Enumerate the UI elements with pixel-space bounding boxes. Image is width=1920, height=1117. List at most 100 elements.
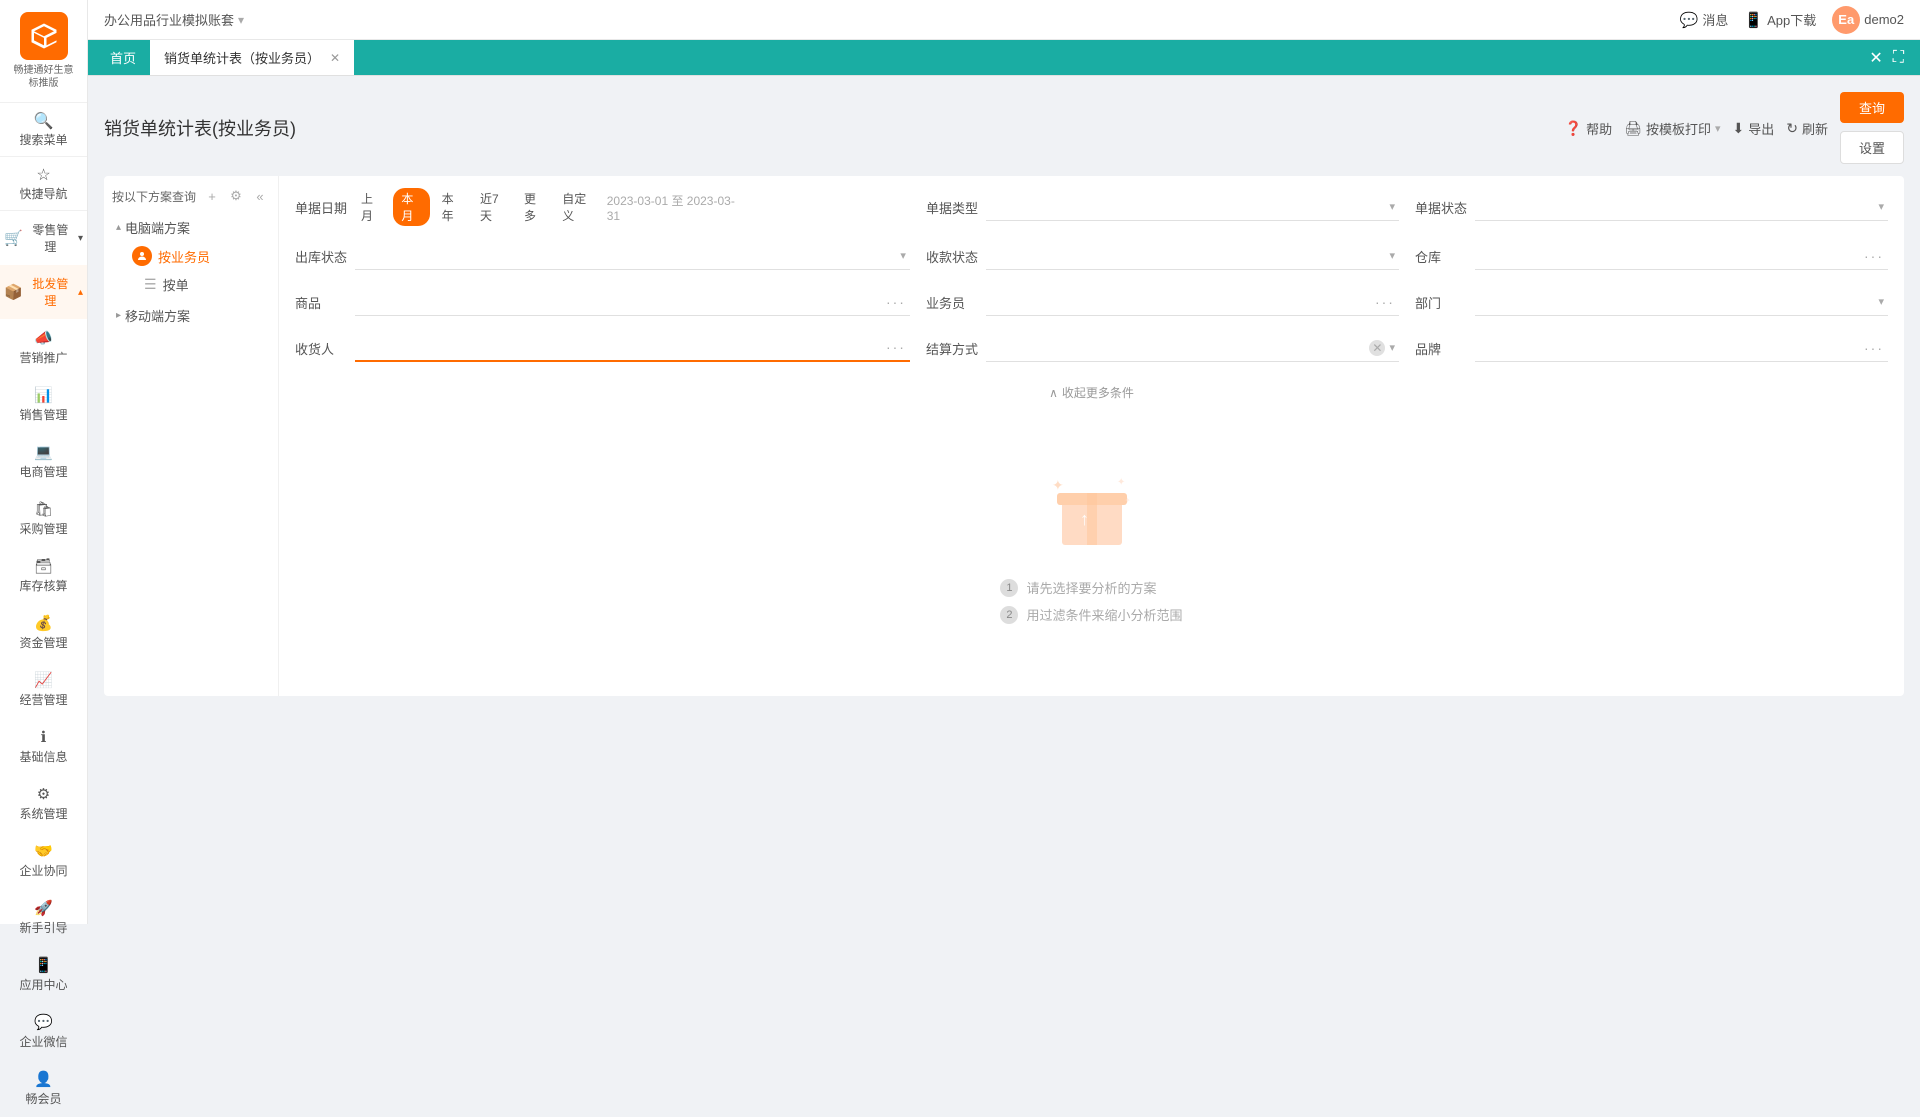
sales-icon: 📊 — [34, 386, 53, 404]
date-tab-thisyear[interactable]: 本年 — [436, 188, 468, 226]
scheme-group-desktop-header[interactable]: ▴ 电脑端方案 — [112, 214, 270, 241]
scheme-group-mobile-header[interactable]: ▸ 移动端方案 — [112, 302, 270, 329]
sidebar-item-operations[interactable]: 📈 经营管理 — [0, 661, 87, 718]
sidebar-item-apps[interactable]: 📱 应用中心 — [0, 946, 87, 1003]
brand-control[interactable]: ··· — [1475, 334, 1888, 362]
tabsbar: 首页 销货单统计表（按业务员） ✕ ✕ ⛶ — [88, 40, 1920, 76]
collapse-row: ∧ 收起更多条件 — [295, 378, 1888, 405]
sidebar-item-system[interactable]: ⚙ 系统管理 — [0, 775, 87, 832]
date-tab-custom[interactable]: 自定义 — [556, 188, 598, 226]
account-dropdown[interactable]: 办公用品行业模拟账套 ▾ — [104, 10, 244, 29]
export-button[interactable]: ⬇ 导出 — [1732, 119, 1774, 138]
filter-collectstatus-field: 收款状态 ▾ — [926, 240, 1399, 272]
empty-tip-1: 1 请先选择要分析的方案 — [1000, 578, 1182, 597]
filter-row-3: 商品 ··· 业务员 ··· — [295, 286, 1888, 318]
doctype-control[interactable]: ▾ — [986, 193, 1399, 221]
settings-button[interactable]: 设置 — [1840, 131, 1904, 164]
system-label: 系统管理 — [19, 805, 67, 822]
settle-control[interactable]: ✕ ▾ — [986, 334, 1399, 362]
date-tab-more[interactable]: 更多 — [518, 188, 550, 226]
scheme-add-button[interactable]: + — [202, 186, 222, 206]
desktop-group-label: 电脑端方案 — [125, 218, 190, 237]
collapse-icon: ∧ — [1049, 386, 1058, 400]
salesperson-scheme-label: 按业务员 — [158, 247, 210, 266]
goods-control[interactable]: ··· — [355, 288, 910, 316]
message-button[interactable]: 💬 消息 — [1680, 10, 1729, 29]
guide-label: 新手引导 — [19, 919, 67, 936]
app-download-button[interactable]: 📱 App下载 — [1744, 10, 1816, 29]
template-print-button[interactable]: 🖨 按模板打印 ▾ — [1624, 119, 1720, 138]
account-dropdown-arrow: ▾ — [238, 13, 244, 27]
warehouse-label: 仓库 — [1415, 247, 1475, 266]
purchase-label: 采购管理 — [19, 520, 67, 537]
empty-tip-2-text: 用过滤条件来缩小分析范围 — [1026, 605, 1182, 624]
docstatus-control[interactable]: ▾ — [1475, 193, 1888, 221]
date-filter-control[interactable]: 上月 本月 本年 近7天 更多 自定义 2023-03-01 至 2023-03… — [355, 188, 735, 226]
tab-sales-stat-label: 销货单统计表（按业务员） — [164, 48, 320, 67]
collectstatus-label: 收款状态 — [926, 247, 986, 266]
sidebar-item-wholesale[interactable]: 📦 批发管理 ▴ — [0, 265, 87, 319]
warehouse-dots-icon: ··· — [1864, 248, 1884, 264]
user-profile[interactable]: Ea demo2 — [1832, 6, 1904, 34]
mobile-group-arrow: ▸ — [116, 310, 121, 321]
settle-clear-icon[interactable]: ✕ — [1369, 340, 1385, 356]
svg-text:✦: ✦ — [1052, 477, 1064, 493]
sidebar-search-item[interactable]: 🔍 搜索菜单 — [0, 103, 87, 157]
app-download-label: App下载 — [1767, 10, 1816, 29]
docstatus-arrow-icon: ▾ — [1878, 200, 1884, 213]
message-label: 消息 — [1702, 10, 1728, 29]
sidebar-item-wechat[interactable]: 💬 企业微信 — [0, 1003, 87, 1060]
outstatus-control[interactable]: ▾ — [355, 242, 910, 270]
export-icon: ⬇ — [1732, 120, 1744, 137]
sidebar-item-ecommerce[interactable]: 💻 电商管理 — [0, 433, 87, 490]
sidebar-item-guide[interactable]: 🚀 新手引导 — [0, 889, 87, 946]
scheme-settings-button[interactable]: ⚙ — [226, 186, 246, 206]
sidebar-item-enterprise[interactable]: 🤝 企业协同 — [0, 832, 87, 889]
refresh-label: 刷新 — [1802, 119, 1828, 138]
scheme-item-by-order[interactable]: ☰ 按单 — [112, 271, 270, 298]
sidebar-item-members[interactable]: 👤 畅会员 — [0, 1060, 87, 1117]
refresh-button[interactable]: ↻ 刷新 — [1786, 119, 1828, 138]
sidebar-item-marketing[interactable]: 📣 营销推广 — [0, 319, 87, 376]
warehouse-control[interactable]: ··· — [1475, 242, 1888, 270]
topnav-left: 办公用品行业模拟账套 ▾ — [104, 10, 244, 29]
empty-state: ✦ ✦ ✦ ↑ 1 请先选择要分析的方案 — [295, 405, 1888, 684]
date-tab-lastmonth[interactable]: 上月 — [355, 188, 387, 226]
page-content: 销货单统计表(按业务员) ❓ 帮助 🖨 按模板打印 ▾ ⬇ 导出 ↻ 刷新 — [88, 76, 1920, 924]
scheme-add-icon: + — [208, 189, 216, 204]
operations-label: 经营管理 — [19, 691, 67, 708]
scheme-item-by-salesperson[interactable]: 按业务员 — [112, 241, 270, 271]
query-button[interactable]: 查询 — [1840, 92, 1904, 123]
tab-close-icon[interactable]: ✕ — [330, 51, 340, 65]
help-button[interactable]: ❓ 帮助 — [1565, 119, 1612, 138]
scheme-collapse-button[interactable]: « — [250, 186, 270, 206]
department-arrow-icon: ▾ — [1878, 295, 1884, 308]
help-icon: ❓ — [1565, 120, 1582, 137]
sidebar-item-sales[interactable]: 📊 销售管理 — [0, 376, 87, 433]
system-icon: ⚙ — [37, 785, 50, 803]
sidebar-item-purchase[interactable]: 🛍 采购管理 — [0, 490, 87, 547]
tab-expand-icon[interactable]: ⛶ — [1893, 49, 1904, 67]
department-control[interactable]: ▾ — [1475, 288, 1888, 316]
sidebar-quick-nav-item[interactable]: ☆ 快捷导航 — [0, 157, 87, 211]
tab-home[interactable]: 首页 — [96, 42, 150, 74]
sidebar-item-basic-info[interactable]: ℹ 基础信息 — [0, 718, 87, 775]
sidebar-item-finance[interactable]: 💰 资金管理 — [0, 604, 87, 661]
template-print-label: 按模板打印 — [1646, 119, 1711, 138]
marketing-icon: 📣 — [34, 329, 53, 347]
settle-arrow-icon: ▾ — [1389, 341, 1395, 354]
date-tab-thismonth[interactable]: 本月 — [393, 188, 429, 226]
salesperson-control[interactable]: ··· — [986, 288, 1399, 316]
tab-sales-stat[interactable]: 销货单统计表（按业务员） ✕ — [150, 40, 354, 75]
mobile-group-label: 移动端方案 — [125, 306, 190, 325]
scheme-header-actions: + ⚙ « — [202, 186, 270, 206]
tab-minimize-icon[interactable]: ✕ — [1869, 48, 1882, 68]
collectstatus-control[interactable]: ▾ — [986, 242, 1399, 270]
collapse-button[interactable]: ∧ 收起更多条件 — [1049, 384, 1134, 401]
date-tab-7days[interactable]: 近7天 — [474, 188, 512, 226]
sidebar-item-retail[interactable]: 🛒 零售管理 ▾ — [0, 211, 87, 265]
sidebar-item-inventory[interactable]: 🗃 库存核算 — [0, 547, 87, 604]
recipient-control[interactable]: ··· — [355, 334, 910, 362]
search-menu-label: 搜索菜单 — [8, 131, 79, 148]
inventory-label: 库存核算 — [19, 577, 67, 594]
